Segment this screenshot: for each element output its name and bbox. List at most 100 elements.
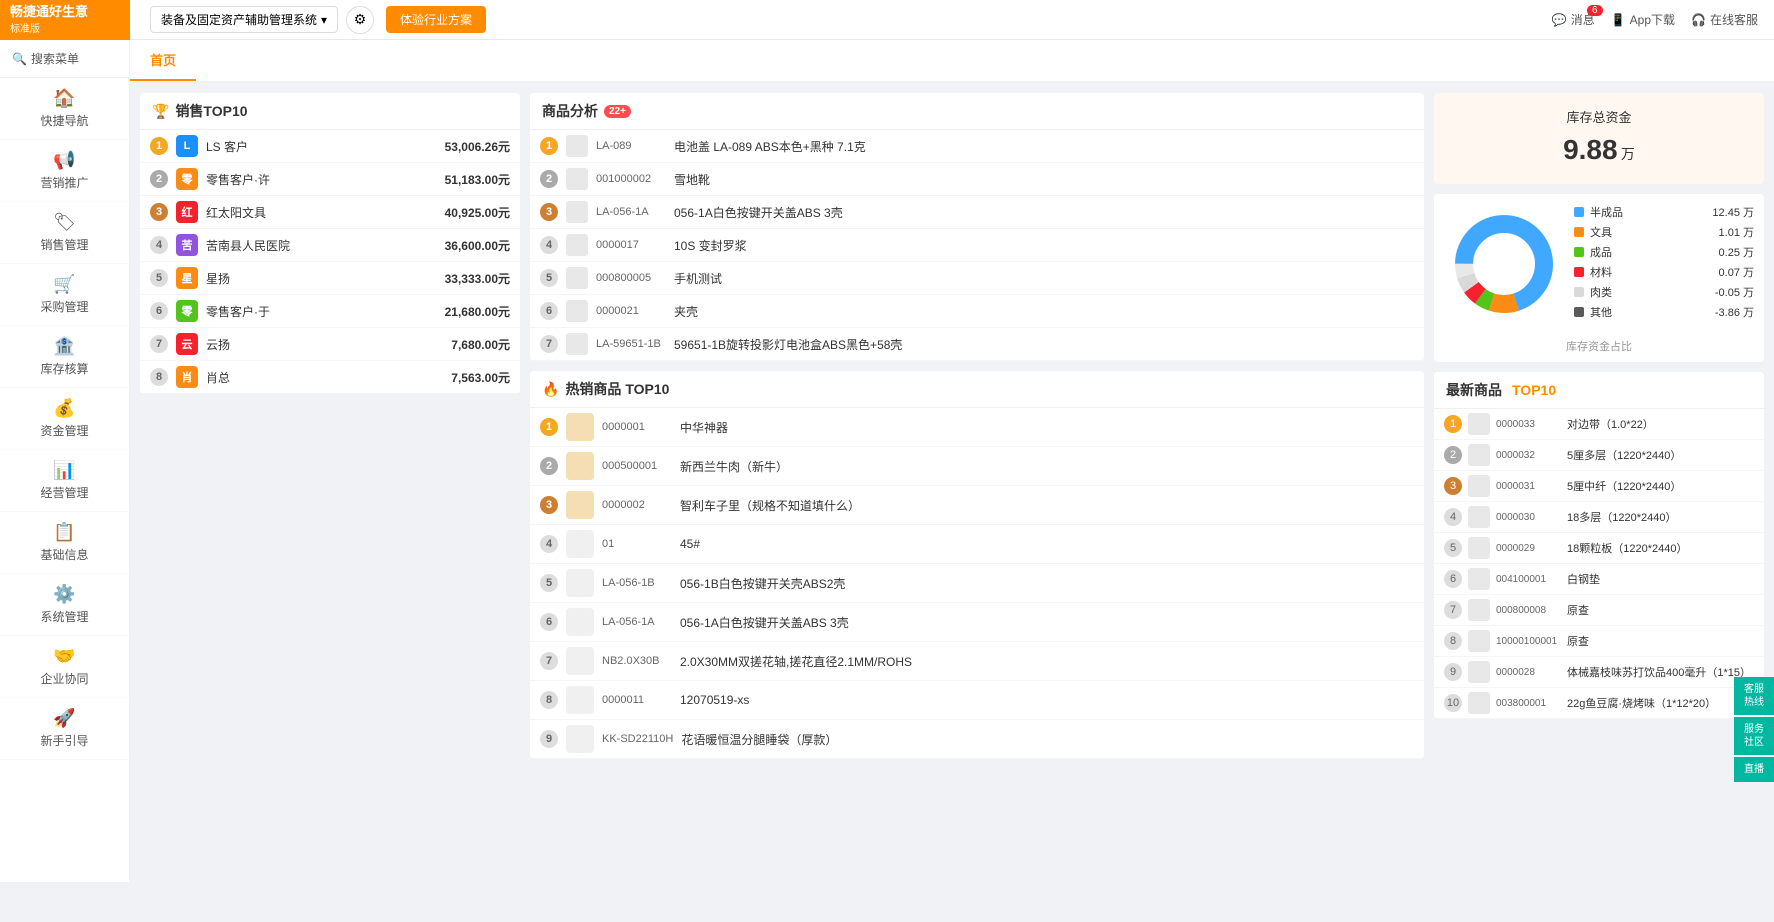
sidebar-item-marketing[interactable]: 📢营销推广 (0, 140, 129, 202)
list-item[interactable]: 7 000800008 原查 (1434, 595, 1764, 626)
list-item[interactable]: 2 000500001 新西兰牛肉（新牛） (530, 447, 1424, 486)
sidebar-item-system[interactable]: ⚙️系统管理 (0, 574, 129, 636)
product-name: 对边带（1.0*22） (1567, 416, 1754, 432)
service-label: 在线客服 (1710, 11, 1758, 28)
list-item[interactable]: 4 0000030 18多层（1220*2440） (1434, 502, 1764, 533)
product-image (566, 491, 594, 519)
table-row[interactable]: 7 LA-59651-1B 59651-1B旋转投影灯电池盒ABS黑色+58壳 (530, 328, 1424, 361)
sidebar-item-operations[interactable]: 📊经营管理 (0, 450, 129, 512)
float-service-button[interactable]: 服务 社区 (1734, 717, 1774, 755)
table-row[interactable]: 6 0000021 夹壳 (530, 295, 1424, 328)
list-item[interactable]: 5 0000029 18颗粒板（1220*2440） (1434, 533, 1764, 564)
table-row[interactable]: 2 零 零售客户·许 51,183.00元 (140, 163, 520, 196)
table-row[interactable]: 5 星 星扬 33,333.00元 (140, 262, 520, 295)
table-row[interactable]: 2 001000002 雪地靴 (530, 163, 1424, 196)
system-select[interactable]: 装备及固定资产辅助管理系统 ▾ (150, 6, 338, 33)
avatar: 红 (176, 201, 198, 223)
inventory-amount: 9.88 (1563, 134, 1618, 165)
list-item[interactable]: 3 0000002 智利车子里（规格不知道填什么） (530, 486, 1424, 525)
list-item[interactable]: 6 LA-056-1A 056-1A白色按键开关盖ABS 3壳 (530, 603, 1424, 642)
sidebar-item-purchase[interactable]: 🛒采购管理 (0, 264, 129, 326)
inventory-card: 库存总资金 9.88 万 (1434, 93, 1764, 184)
list-item[interactable]: 10 003800001 22g鱼豆腐·烧烤味（1*12*20） (1434, 688, 1764, 719)
rank-number: 3 (540, 496, 558, 514)
online-service-button[interactable]: 🎧 在线客服 (1691, 11, 1758, 28)
float-service-button[interactable]: 客服 热线 (1734, 677, 1774, 715)
table-row[interactable]: 3 红 红太阳文具 40,925.00元 (140, 196, 520, 229)
product-code: 0000032 (1496, 450, 1561, 461)
top-sales-products-card: 商品分析 22+ 1 LA-089 电池盖 LA-089 ABS本色+黑种 7.… (530, 93, 1424, 361)
legend-label: 肉类 (1590, 284, 1612, 300)
rank-number: 7 (540, 652, 558, 670)
legend-item: 成品 0.25 万 (1574, 244, 1754, 260)
legend-value: 12.45 万 (1712, 204, 1754, 220)
table-row[interactable]: 8 肖 肖总 7,563.00元 (140, 361, 520, 394)
product-code: 0000017 (596, 239, 666, 251)
list-item[interactable]: 9 KK-SD22110H 花语暖恒温分腿睡袋（厚款） (530, 720, 1424, 759)
list-item[interactable]: 6 004100001 白钢垫 (1434, 564, 1764, 595)
list-item[interactable]: 9 0000028 体械嘉枝味苏打饮品400毫升（1*15） (1434, 657, 1764, 688)
top-customers-card: 🏆 销售TOP10 1 L LS 客户 53,006.26元 2 零 零售客户·… (140, 93, 520, 394)
rank-number: 2 (150, 170, 168, 188)
sidebar-item-finance[interactable]: 💰资金管理 (0, 388, 129, 450)
system-name: 装备及固定资产辅助管理系统 (161, 11, 317, 28)
list-item[interactable]: 8 10000100001 原查 (1434, 626, 1764, 657)
table-row[interactable]: 1 L LS 客户 53,006.26元 (140, 130, 520, 163)
search-menu-label: 搜索菜单 (31, 50, 79, 67)
table-row[interactable]: 7 云 云扬 7,680.00元 (140, 328, 520, 361)
product-name: 电池盖 LA-089 ABS本色+黑种 7.1克 (674, 138, 1414, 155)
sidebar-item-enterprise[interactable]: 🤝企业协同 (0, 636, 129, 698)
search-menu-button[interactable]: 🔍 搜索菜单 (0, 40, 129, 78)
legend-item: 肉类 -0.05 万 (1574, 284, 1754, 300)
product-code: LA-056-1A (596, 206, 666, 218)
list-item[interactable]: 4 01 45# (530, 525, 1424, 564)
inventory-amount-area: 9.88 万 (1448, 134, 1750, 166)
product-name: 59651-1B旋转投影灯电池盒ABS黑色+58壳 (674, 336, 1414, 353)
list-item[interactable]: 7 NB2.0X30B 2.0X30MM双搓花轴,搓花直径2.1MM/ROHS (530, 642, 1424, 681)
customer-amount: 40,925.00元 (445, 204, 510, 221)
product-code: LA-056-1B (602, 577, 672, 589)
rank-number: 6 (1444, 570, 1462, 588)
product-image (1468, 475, 1490, 497)
table-row[interactable]: 1 LA-089 电池盖 LA-089 ABS本色+黑种 7.1克 (530, 130, 1424, 163)
list-item[interactable]: 1 0000033 对边带（1.0*22） (1434, 409, 1764, 440)
table-row[interactable]: 4 苦 苦南县人民医院 36,600.00元 (140, 229, 520, 262)
tab-home[interactable]: 首页 (130, 40, 196, 81)
product-name: 056-1A白色按键开关盖ABS 3壳 (680, 614, 1414, 631)
rank-number: 2 (540, 457, 558, 475)
list-item[interactable]: 3 0000031 5厘中纤（1220*2440） (1434, 471, 1764, 502)
product-name: 2.0X30MM双搓花轴,搓花直径2.1MM/ROHS (680, 653, 1414, 670)
legend-value: -3.86 万 (1715, 304, 1754, 320)
app-download-button[interactable]: 📱 App下载 (1611, 11, 1675, 28)
product-name: 夹壳 (674, 303, 1414, 320)
list-item[interactable]: 1 0000001 中华神器 (530, 408, 1424, 447)
product-code: 0000028 (1496, 667, 1561, 678)
sidebar-item-guide[interactable]: 🚀新手引导 (0, 698, 129, 760)
table-row[interactable]: 3 LA-056-1A 056-1A白色按键开关盖ABS 3壳 (530, 196, 1424, 229)
legend-dot (1574, 307, 1584, 317)
table-row[interactable]: 5 000800005 手机测试 (530, 262, 1424, 295)
logo-main: 畅捷通好生意 (10, 4, 88, 20)
product-name: 体械嘉枝味苏打饮品400毫升（1*15） (1567, 664, 1754, 680)
header-right: 💬 消息 6 📱 App下载 🎧 在线客服 (1552, 11, 1758, 28)
sidebar-item-quick-nav[interactable]: 🏠快捷导航 (0, 78, 129, 140)
list-item[interactable]: 8 0000011 12070519-xs (530, 681, 1424, 720)
sidebar-item-sales[interactable]: 🏷销售管理 (0, 202, 129, 264)
sidebar-item-inventory[interactable]: 🏦库存核算 (0, 326, 129, 388)
list-item[interactable]: 2 0000032 5厘多层（1220*2440） (1434, 440, 1764, 471)
header-middle: 装备及固定资产辅助管理系统 ▾ ⚙ 体验行业方案 (150, 6, 1552, 34)
avatar: 星 (176, 267, 198, 289)
table-row[interactable]: 4 0000017 10S 变封罗浆 (530, 229, 1424, 262)
trial-button[interactable]: 体验行业方案 (386, 6, 486, 33)
sidebar-item-basic[interactable]: 📋基础信息 (0, 512, 129, 574)
top-header: 畅捷通好生意 标准版 装备及固定资产辅助管理系统 ▾ ⚙ 体验行业方案 💬 消息… (0, 0, 1774, 40)
float-service-button[interactable]: 直播 (1734, 757, 1774, 782)
message-button[interactable]: 💬 消息 6 (1552, 11, 1595, 28)
settings-button[interactable]: ⚙ (346, 6, 374, 34)
table-row[interactable]: 6 零 零售客户·于 21,680.00元 (140, 295, 520, 328)
enterprise-icon: 🤝 (53, 646, 75, 667)
rank-number: 6 (540, 613, 558, 631)
rank-number: 3 (1444, 477, 1462, 495)
list-item[interactable]: 5 LA-056-1B 056-1B白色按键开关壳ABS2壳 (530, 564, 1424, 603)
rank-number: 6 (150, 302, 168, 320)
